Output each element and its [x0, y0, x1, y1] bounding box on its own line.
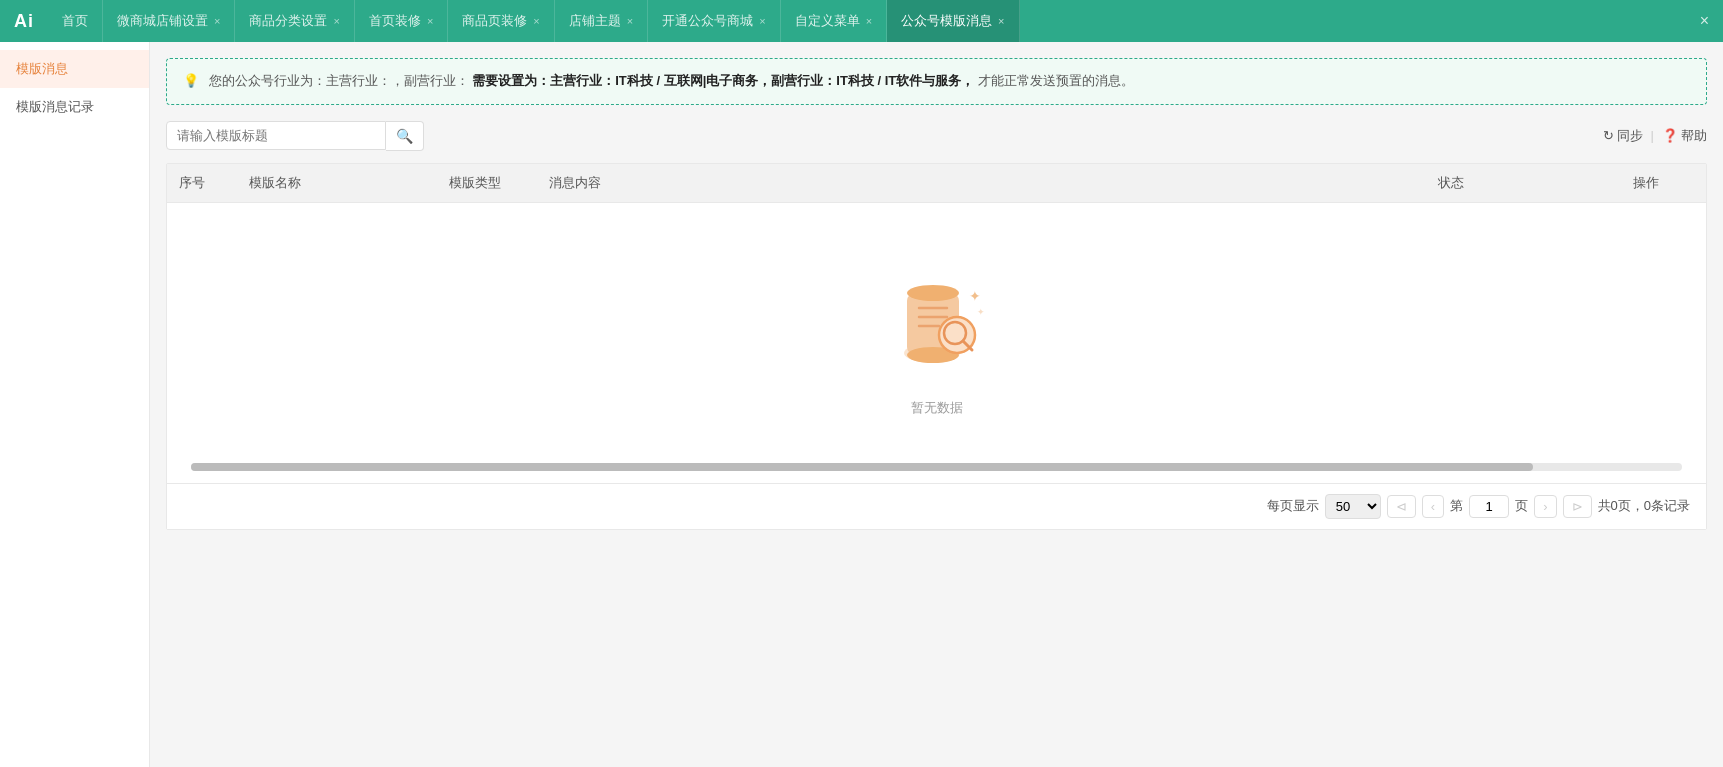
- page-size-select[interactable]: 50 10 20 100: [1325, 494, 1381, 519]
- nav-tab-category-settings[interactable]: 商品分类设置 ×: [235, 0, 354, 42]
- close-icon[interactable]: ×: [759, 15, 765, 27]
- content-area: 💡 您的公众号行业为：主营行业：，副营行业： 需要设置为：主营行业：IT科技 /…: [150, 42, 1723, 767]
- pagination: 每页显示 50 10 20 100 ⊲ ‹ 第 1 页 › ⊳ 共0页，0条记录: [167, 483, 1706, 529]
- col-header-seq: 序号: [167, 164, 237, 202]
- sidebar-item-template-message-record[interactable]: 模版消息记录: [0, 88, 149, 126]
- col-header-name: 模版名称: [237, 164, 437, 202]
- svg-text:✦: ✦: [969, 288, 981, 304]
- nav-tab-template-message[interactable]: 公众号模版消息 ×: [887, 0, 1019, 42]
- help-button[interactable]: ❓ 帮助: [1662, 127, 1707, 145]
- close-icon[interactable]: ×: [214, 15, 220, 27]
- svg-point-2: [907, 285, 959, 301]
- nav-tab-home-decoration[interactable]: 首页装修 ×: [355, 0, 448, 42]
- empty-state: ✦ ✦ 暂无数据: [167, 203, 1706, 457]
- horizontal-scrollbar-container: [167, 463, 1706, 483]
- nav-tab-open-wechat-shop[interactable]: 开通公众号商城 ×: [648, 0, 780, 42]
- col-header-type: 模版类型: [437, 164, 537, 202]
- nav-tab-custom-menu[interactable]: 自定义菜单 ×: [781, 0, 887, 42]
- sidebar-item-template-message[interactable]: 模版消息: [0, 50, 149, 88]
- table-header: 序号 模版名称 模版类型 消息内容 状态 操作: [167, 164, 1706, 203]
- close-all-button[interactable]: ×: [1686, 12, 1723, 30]
- close-icon[interactable]: ×: [998, 15, 1004, 27]
- search-button[interactable]: 🔍: [386, 121, 424, 151]
- notice-icon: 💡: [183, 73, 199, 88]
- empty-illustration: ✦ ✦: [877, 263, 997, 383]
- scrollbar-thumb[interactable]: [191, 463, 1533, 471]
- horizontal-scrollbar[interactable]: [191, 463, 1682, 471]
- divider: |: [1651, 128, 1654, 143]
- app-title: Ai: [0, 0, 48, 42]
- sync-button[interactable]: ↻ 同步: [1603, 127, 1643, 145]
- svg-text:✦: ✦: [977, 307, 985, 317]
- col-header-status: 状态: [1426, 164, 1586, 202]
- close-icon[interactable]: ×: [333, 15, 339, 27]
- last-page-button[interactable]: ⊳: [1563, 495, 1592, 518]
- notice-banner: 💡 您的公众号行业为：主营行业：，副营行业： 需要设置为：主营行业：IT科技 /…: [166, 58, 1707, 105]
- first-page-button[interactable]: ⊲: [1387, 495, 1416, 518]
- close-icon[interactable]: ×: [866, 15, 872, 27]
- prev-page-button[interactable]: ‹: [1422, 495, 1444, 518]
- close-icon[interactable]: ×: [533, 15, 539, 27]
- toolbar-right: ↻ 同步 | ❓ 帮助: [1603, 127, 1707, 145]
- col-header-content: 消息内容: [537, 164, 1426, 202]
- search-input[interactable]: [166, 121, 386, 150]
- close-icon[interactable]: ×: [627, 15, 633, 27]
- help-icon: ❓: [1662, 128, 1678, 143]
- page-current-label: 第: [1450, 497, 1463, 515]
- close-icon[interactable]: ×: [427, 15, 433, 27]
- page-number-input[interactable]: 1: [1469, 495, 1509, 518]
- nav-tab-shop-theme[interactable]: 店铺主题 ×: [555, 0, 648, 42]
- col-header-action: 操作: [1586, 164, 1706, 202]
- sync-icon: ↻: [1603, 128, 1614, 143]
- empty-text: 暂无数据: [911, 399, 963, 417]
- sidebar: 模版消息 模版消息记录: [0, 42, 150, 767]
- page-size-label: 每页显示: [1267, 497, 1319, 515]
- nav-tab-home[interactable]: 首页: [48, 0, 103, 42]
- top-navigation: Ai 首页 微商城店铺设置 × 商品分类设置 × 首页装修 × 商品页装修 × …: [0, 0, 1723, 42]
- main-layout: 模版消息 模版消息记录 💡 您的公众号行业为：主营行业：，副营行业： 需要设置为…: [0, 42, 1723, 767]
- data-table: 序号 模版名称 模版类型 消息内容 状态 操作: [166, 163, 1707, 530]
- search-bar: 🔍 ↻ 同步 | ❓ 帮助: [166, 121, 1707, 151]
- nav-tab-product-decoration[interactable]: 商品页装修 ×: [448, 0, 554, 42]
- page-unit-label: 页: [1515, 497, 1528, 515]
- nav-tab-shop-settings[interactable]: 微商城店铺设置 ×: [103, 0, 235, 42]
- total-info: 共0页，0条记录: [1598, 497, 1690, 515]
- next-page-button[interactable]: ›: [1534, 495, 1556, 518]
